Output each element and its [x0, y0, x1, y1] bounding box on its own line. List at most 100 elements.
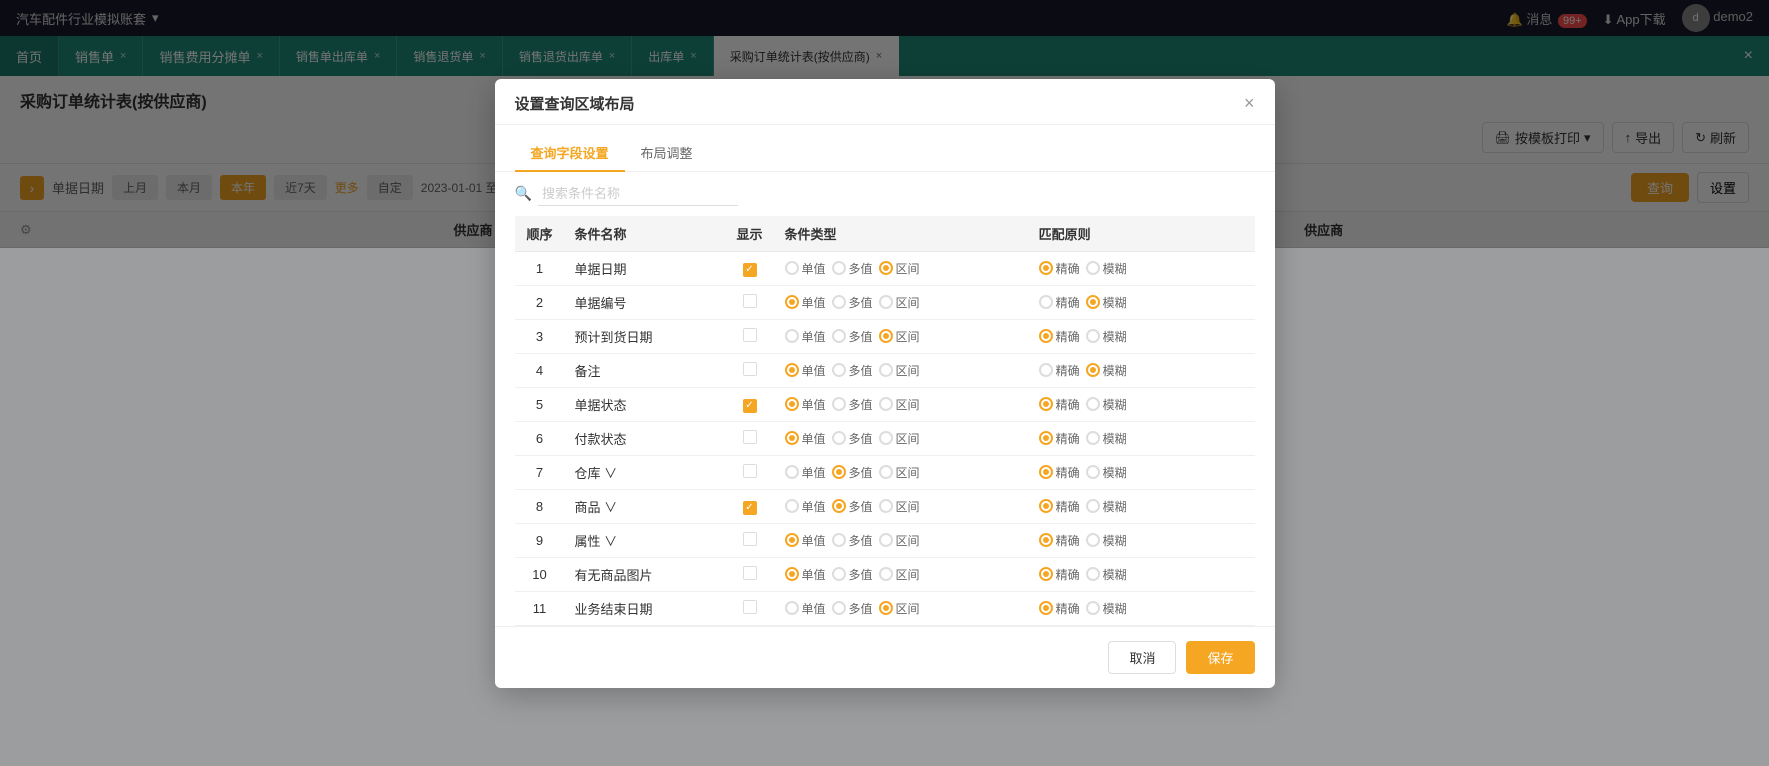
row-display-7[interactable] [725, 489, 775, 523]
radio-type-区间-0[interactable]: 区间 [879, 260, 920, 277]
row-order-0: 1 [515, 251, 565, 285]
radio-circle-match-4 [1086, 397, 1100, 411]
radio-match-模糊-2[interactable]: 模糊 [1086, 328, 1127, 345]
row-display-5[interactable] [725, 421, 775, 455]
radio-type-区间-5[interactable]: 区间 [879, 430, 920, 447]
radio-match-精确-6[interactable]: 精确 [1039, 464, 1080, 481]
checkbox-9[interactable] [743, 566, 757, 580]
tab-query-fields[interactable]: 查询字段设置 [515, 135, 625, 172]
radio-match-精确-1[interactable]: 精确 [1039, 294, 1080, 311]
row-name-7: 商品 ∨ [565, 489, 725, 523]
radio-label-match-4: 精确 [1056, 396, 1080, 413]
radio-match-模糊-8[interactable]: 模糊 [1086, 532, 1127, 549]
checkbox-8[interactable] [743, 532, 757, 546]
th-order: 顺序 [515, 216, 565, 252]
radio-type-单值-1[interactable]: 单值 [785, 294, 826, 311]
radio-type-区间-4[interactable]: 区间 [879, 396, 920, 413]
row-name-6: 仓库 ∨ [565, 455, 725, 489]
radio-type-多值-8[interactable]: 多值 [832, 532, 873, 549]
radio-type-多值-2[interactable]: 多值 [832, 328, 873, 345]
row-name-0: 单据日期 [565, 251, 725, 285]
row-display-1[interactable] [725, 285, 775, 319]
radio-type-多值-4[interactable]: 多值 [832, 396, 873, 413]
radio-label-match-7: 精确 [1056, 498, 1080, 515]
radio-match-模糊-7[interactable]: 模糊 [1086, 498, 1127, 515]
cancel-button[interactable]: 取消 [1108, 641, 1176, 674]
checkbox-1[interactable] [743, 294, 757, 308]
row-display-6[interactable] [725, 455, 775, 489]
radio-match-模糊-9[interactable]: 模糊 [1086, 566, 1127, 583]
radio-match-精确-8[interactable]: 精确 [1039, 532, 1080, 549]
search-input[interactable] [538, 182, 738, 206]
radio-type-区间-10[interactable]: 区间 [879, 600, 920, 617]
row-display-2[interactable] [725, 319, 775, 353]
radio-type-单值-8[interactable]: 单值 [785, 532, 826, 549]
radio-circle-match-1 [1086, 295, 1100, 309]
radio-type-单值-4[interactable]: 单值 [785, 396, 826, 413]
radio-type-区间-3[interactable]: 区间 [879, 362, 920, 379]
radio-match-模糊-0[interactable]: 模糊 [1086, 260, 1127, 277]
radio-match-模糊-6[interactable]: 模糊 [1086, 464, 1127, 481]
radio-match-精确-10[interactable]: 精确 [1039, 600, 1080, 617]
radio-circle-type-1 [832, 295, 846, 309]
radio-type-单值-5[interactable]: 单值 [785, 430, 826, 447]
row-display-9[interactable] [725, 557, 775, 591]
checkbox-4[interactable] [743, 399, 757, 413]
radio-match-精确-4[interactable]: 精确 [1039, 396, 1080, 413]
radio-type-多值-7[interactable]: 多值 [832, 498, 873, 515]
radio-match-精确-0[interactable]: 精确 [1039, 260, 1080, 277]
row-display-3[interactable] [725, 353, 775, 387]
radio-type-单值-3[interactable]: 单值 [785, 362, 826, 379]
checkbox-0[interactable] [743, 263, 757, 277]
radio-match-模糊-4[interactable]: 模糊 [1086, 396, 1127, 413]
radio-type-区间-1[interactable]: 区间 [879, 294, 920, 311]
checkbox-5[interactable] [743, 430, 757, 444]
radio-type-单值-10[interactable]: 单值 [785, 600, 826, 617]
radio-type-多值-6[interactable]: 多值 [832, 464, 873, 481]
radio-type-区间-9[interactable]: 区间 [879, 566, 920, 583]
checkbox-6[interactable] [743, 464, 757, 478]
radio-type-多值-9[interactable]: 多值 [832, 566, 873, 583]
row-type-5: 单值多值区间 [775, 421, 1029, 455]
radio-label-type-10: 多值 [849, 600, 873, 617]
save-button[interactable]: 保存 [1186, 641, 1254, 674]
radio-circle-type-10 [832, 601, 846, 615]
radio-match-精确-7[interactable]: 精确 [1039, 498, 1080, 515]
radio-type-区间-2[interactable]: 区间 [879, 328, 920, 345]
table-row: 6付款状态单值多值区间精确模糊 [515, 421, 1255, 455]
radio-match-精确-3[interactable]: 精确 [1039, 362, 1080, 379]
radio-type-单值-7[interactable]: 单值 [785, 498, 826, 515]
dialog-close-button[interactable]: × [1244, 93, 1255, 114]
checkbox-2[interactable] [743, 328, 757, 342]
radio-match-精确-5[interactable]: 精确 [1039, 430, 1080, 447]
row-display-4[interactable] [725, 387, 775, 421]
checkbox-7[interactable] [743, 501, 757, 515]
checkbox-10[interactable] [743, 600, 757, 614]
radio-match-模糊-5[interactable]: 模糊 [1086, 430, 1127, 447]
tab-layout-adjust[interactable]: 布局调整 [625, 135, 709, 172]
radio-type-多值-1[interactable]: 多值 [832, 294, 873, 311]
radio-type-单值-6[interactable]: 单值 [785, 464, 826, 481]
radio-type-多值-0[interactable]: 多值 [832, 260, 873, 277]
radio-type-多值-5[interactable]: 多值 [832, 430, 873, 447]
radio-match-模糊-10[interactable]: 模糊 [1086, 600, 1127, 617]
radio-label-type-2: 单值 [802, 328, 826, 345]
radio-type-单值-9[interactable]: 单值 [785, 566, 826, 583]
radio-type-区间-7[interactable]: 区间 [879, 498, 920, 515]
radio-type-多值-10[interactable]: 多值 [832, 600, 873, 617]
radio-match-模糊-3[interactable]: 模糊 [1086, 362, 1127, 379]
row-display-0[interactable] [725, 251, 775, 285]
radio-match-精确-9[interactable]: 精确 [1039, 566, 1080, 583]
row-display-10[interactable] [725, 591, 775, 625]
radio-match-模糊-1[interactable]: 模糊 [1086, 294, 1127, 311]
radio-type-单值-2[interactable]: 单值 [785, 328, 826, 345]
radio-type-多值-3[interactable]: 多值 [832, 362, 873, 379]
row-display-8[interactable] [725, 523, 775, 557]
radio-type-区间-8[interactable]: 区间 [879, 532, 920, 549]
radio-type-区间-6[interactable]: 区间 [879, 464, 920, 481]
radio-label-type-3: 区间 [896, 362, 920, 379]
radio-type-单值-0[interactable]: 单值 [785, 260, 826, 277]
checkbox-3[interactable] [743, 362, 757, 376]
radio-label-match-0: 模糊 [1103, 260, 1127, 277]
radio-match-精确-2[interactable]: 精确 [1039, 328, 1080, 345]
